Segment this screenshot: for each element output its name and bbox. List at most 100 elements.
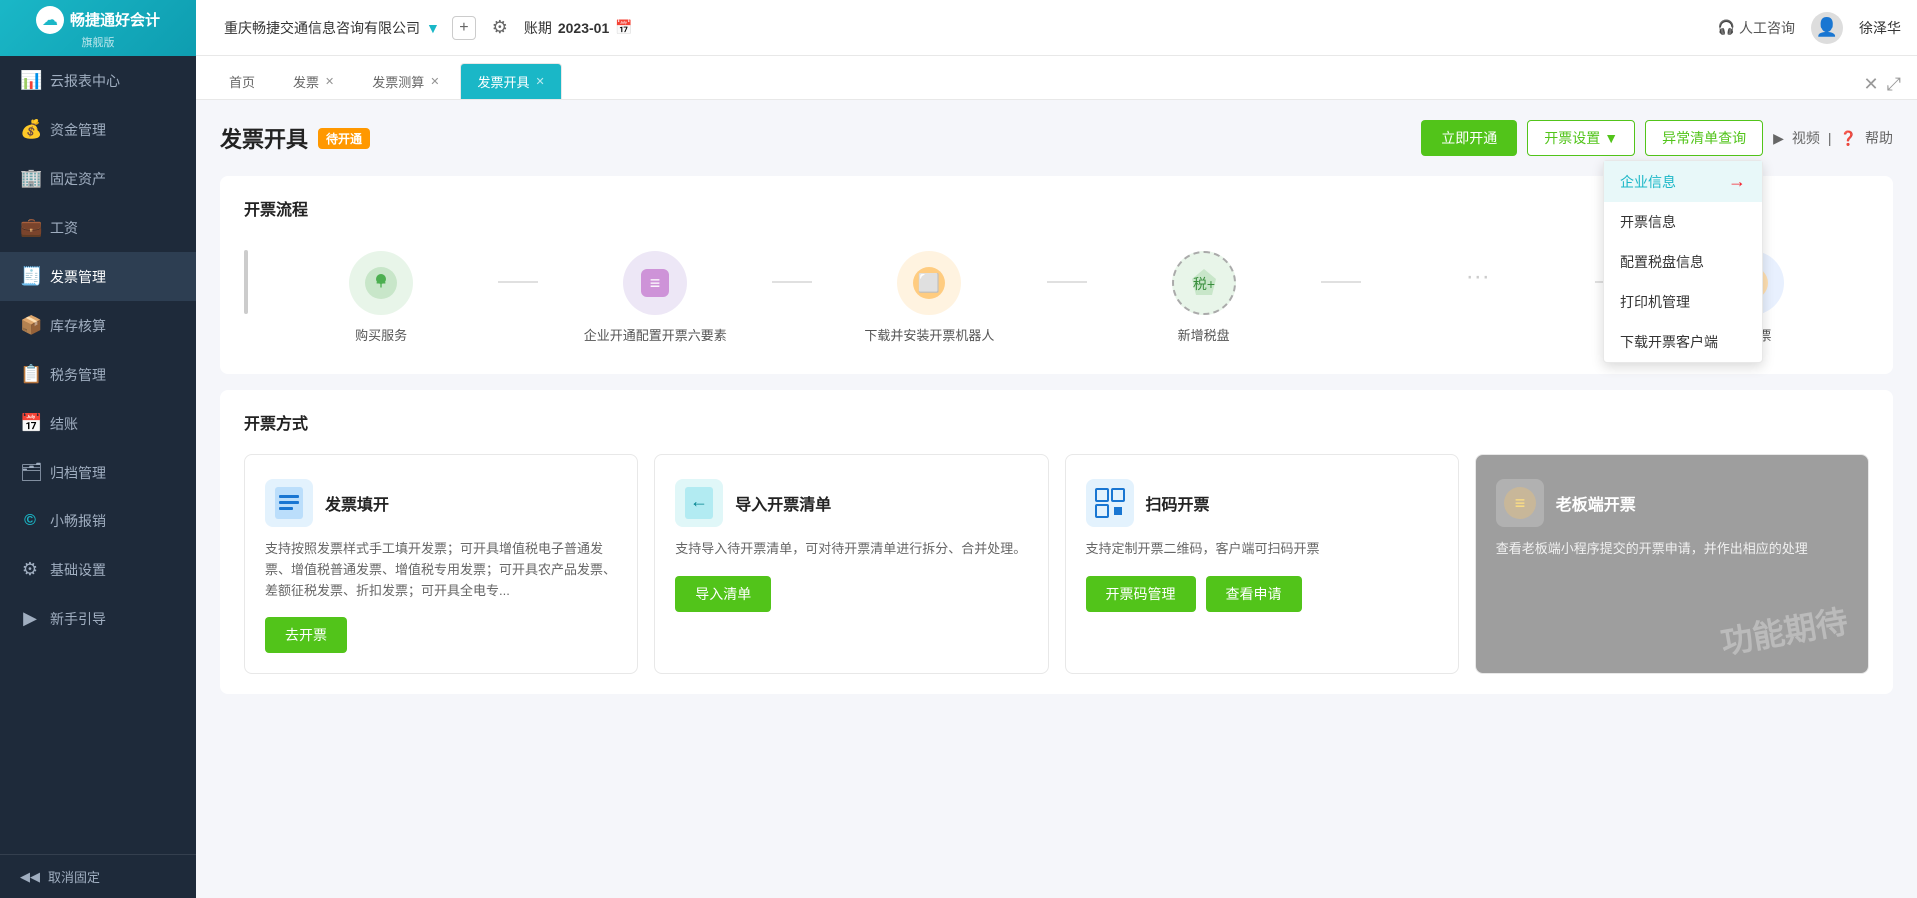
fixed-assets-icon: 🏢 — [20, 168, 40, 189]
sidebar-item-settlement[interactable]: 📅 结账 — [0, 399, 196, 448]
sidebar-item-salary[interactable]: 💼 工资 — [0, 203, 196, 252]
user-avatar: 👤 — [1811, 12, 1843, 44]
tab-invoice-issue-label: 发票开具 — [477, 72, 529, 91]
tab-bar: 首页 发票 ✕ 发票测算 ✕ 发票开具 ✕ ✕ ⤢ — [196, 56, 1917, 100]
sidebar-label-basic-settings: 基础设置 — [50, 560, 106, 580]
sidebar-label-new-guide: 新手引导 — [50, 609, 106, 629]
xcbx-icon: © — [20, 512, 40, 530]
dropdown-arrow-icon: ▼ — [426, 20, 440, 36]
settings-dropdown-arrow: ▼ — [1604, 130, 1618, 146]
process-step-buy: + 购买服务 — [264, 251, 498, 344]
methods-grid: 发票填开 支持按照发票样式手工填开发票；可开具增值税电子普通发票、增值税普通发票… — [244, 454, 1869, 674]
tab-invoice-calc-label: 发票测算 — [372, 72, 424, 91]
sidebar-item-basic-settings[interactable]: ⚙ 基础设置 — [0, 545, 196, 594]
download-install-label: 下载并安装开票机器人 — [864, 325, 994, 344]
add-button[interactable]: + — [452, 16, 476, 40]
video-help-area: ▶ 视频 | ❓ 帮助 — [1773, 128, 1893, 148]
top-header: ☁ 畅捷通好会计 旗舰版 重庆畅捷交通信息咨询有限公司 ▼ + ⚙ 账期 202… — [0, 0, 1917, 56]
tab-expand[interactable]: ⤢ — [1887, 74, 1901, 95]
method-card-fill: 发票填开 支持按照发票样式手工填开发票；可开具增值税电子普通发票、增值税普通发票… — [244, 454, 638, 674]
company-info-label: 企业信息 — [1620, 172, 1676, 192]
cancel-pin-icon: ◀◀ — [20, 869, 40, 885]
boss-invoice-desc: 查看老板端小程序提交的开票申请，并作出相应的处理 — [1496, 539, 1848, 560]
methods-title: 开票方式 — [244, 410, 1869, 434]
sidebar-item-invoice-mgmt[interactable]: 🧾 发票管理 — [0, 252, 196, 301]
sidebar-item-new-guide[interactable]: ▶ 新手引导 — [0, 594, 196, 643]
sidebar-item-archive[interactable]: 🗂 归档管理 — [0, 448, 196, 497]
new-guide-icon: ▶ — [20, 608, 40, 629]
import-list-icon: ← — [675, 479, 723, 527]
page-content: 发票开具 待开通 立即开通 开票设置 ▼ 异常清单查询 ▶ 视频 | ❓ — [196, 100, 1917, 898]
invoice-settings-button[interactable]: 开票设置 ▼ — [1527, 120, 1635, 156]
page-title-area: 发票开具 待开通 立即开通 开票设置 ▼ 异常清单查询 ▶ 视频 | ❓ — [220, 120, 1893, 156]
settings-icon[interactable]: ⚙ — [488, 16, 512, 40]
fill-invoice-desc: 支持按照发票样式手工填开发票；可开具增值税电子普通发票、增值税普通发票、增值税专… — [265, 539, 617, 601]
buy-service-icon: + — [349, 251, 413, 315]
video-icon: ▶ — [1773, 130, 1784, 147]
activate-button[interactable]: 立即开通 — [1421, 120, 1517, 156]
help-label[interactable]: 帮助 — [1865, 128, 1893, 148]
sidebar-item-xcbx[interactable]: © 小畅报销 — [0, 497, 196, 545]
company-name: 重庆畅捷交通信息咨询有限公司 — [224, 18, 420, 38]
sidebar-item-tax-mgmt[interactable]: 📋 税务管理 — [0, 350, 196, 399]
download-client-label: 下载开票客户端 — [1620, 332, 1718, 352]
sidebar-item-fund-mgmt[interactable]: 💰 资金管理 — [0, 105, 196, 154]
logo-area: ☁ 畅捷通好会计 旗舰版 — [0, 0, 196, 56]
status-badge: 待开通 — [318, 128, 370, 149]
tab-home[interactable]: 首页 — [212, 63, 272, 99]
tab-close-all[interactable]: ✕ — [1864, 74, 1879, 95]
tab-invoice-calc[interactable]: 发票测算 ✕ — [355, 63, 456, 99]
fund-mgmt-icon: 💰 — [20, 119, 40, 140]
cancel-pin-button[interactable]: ◀◀ 取消固定 — [0, 855, 196, 898]
dropdown-item-tax-config[interactable]: 配置税盘信息 — [1604, 242, 1762, 282]
tab-invoice-issue[interactable]: 发票开具 ✕ — [460, 63, 561, 99]
boss-invoice-header: ≡ 老板端开票 — [1496, 479, 1848, 527]
sidebar-label-xcbx: 小畅报销 — [50, 511, 106, 531]
abnormal-list-button[interactable]: 异常清单查询 — [1645, 120, 1763, 156]
arrow-3 — [1047, 281, 1087, 283]
tab-invoice[interactable]: 发票 ✕ — [276, 63, 351, 99]
logo-text: 畅捷通好会计 — [70, 9, 160, 30]
help-icon: ❓ — [1840, 130, 1857, 147]
tab-invoice-issue-close[interactable]: ✕ — [536, 75, 545, 88]
config-enterprise-label: 企业开通配置开票六要素 — [584, 325, 727, 344]
period-value: 2023-01 — [558, 20, 609, 36]
user-support-button[interactable]: 🎧 人工咨询 — [1718, 18, 1795, 38]
scan-invoice-header: 扫码开票 — [1086, 479, 1438, 527]
red-arrow-icon: → — [1728, 171, 1746, 192]
content-area: 首页 发票 ✕ 发票测算 ✕ 发票开具 ✕ ✕ ⤢ — [196, 56, 1917, 898]
add-tax-icon: 税+ — [1172, 251, 1236, 315]
sidebar-label-fund-mgmt: 资金管理 — [50, 120, 106, 140]
dropdown-item-printer-mgmt[interactable]: 打印机管理 — [1604, 282, 1762, 322]
sidebar-item-fixed-assets[interactable]: 🏢 固定资产 — [0, 154, 196, 203]
scan-invoice-btn-1[interactable]: 开票码管理 — [1086, 576, 1196, 612]
dropdown-item-invoice-info[interactable]: 开票信息 — [1604, 202, 1762, 242]
arrow-1 — [498, 281, 538, 283]
fill-invoice-title: 发票填开 — [325, 491, 389, 515]
sidebar-label-cloud-report: 云报表中心 — [50, 71, 120, 91]
tab-invoice-close[interactable]: ✕ — [325, 75, 334, 88]
scan-invoice-btn-2[interactable]: 查看申请 — [1206, 576, 1302, 612]
sidebar-label-archive: 归档管理 — [50, 463, 106, 483]
salary-icon: 💼 — [20, 217, 40, 238]
video-label[interactable]: 视频 — [1792, 128, 1820, 148]
svg-text:≡: ≡ — [650, 273, 661, 293]
svg-text:税+: 税+ — [1193, 276, 1215, 292]
dropdown-item-download-client[interactable]: 下载开票客户端 — [1604, 322, 1762, 362]
company-selector[interactable]: 重庆畅捷交通信息咨询有限公司 ▼ — [224, 18, 440, 38]
method-card-import: ← 导入开票清单 支持导入待开票清单，可对待开票清单进行拆分、合并处理。 导入清… — [654, 454, 1048, 674]
process-step-more: ··· — [1361, 263, 1595, 331]
import-list-btn[interactable]: 导入清单 — [675, 576, 771, 612]
inventory-icon: 📦 — [20, 315, 40, 336]
boss-invoice-title: 老板端开票 — [1556, 491, 1636, 515]
sidebar-item-cloud-report[interactable]: 📊 云报表中心 — [0, 56, 196, 105]
fill-invoice-btn[interactable]: 去开票 — [265, 617, 347, 653]
sidebar-item-inventory[interactable]: 📦 库存核算 — [0, 301, 196, 350]
scan-invoice-title: 扫码开票 — [1146, 491, 1210, 515]
invoice-info-label: 开票信息 — [1620, 212, 1676, 232]
sidebar-label-inventory: 库存核算 — [50, 316, 106, 336]
overlay-watermark: 功能期待 — [1717, 597, 1851, 665]
calendar-icon[interactable]: 📅 — [615, 19, 632, 36]
dropdown-item-company-info[interactable]: 企业信息 → — [1604, 161, 1762, 202]
tab-invoice-calc-close[interactable]: ✕ — [430, 75, 439, 88]
